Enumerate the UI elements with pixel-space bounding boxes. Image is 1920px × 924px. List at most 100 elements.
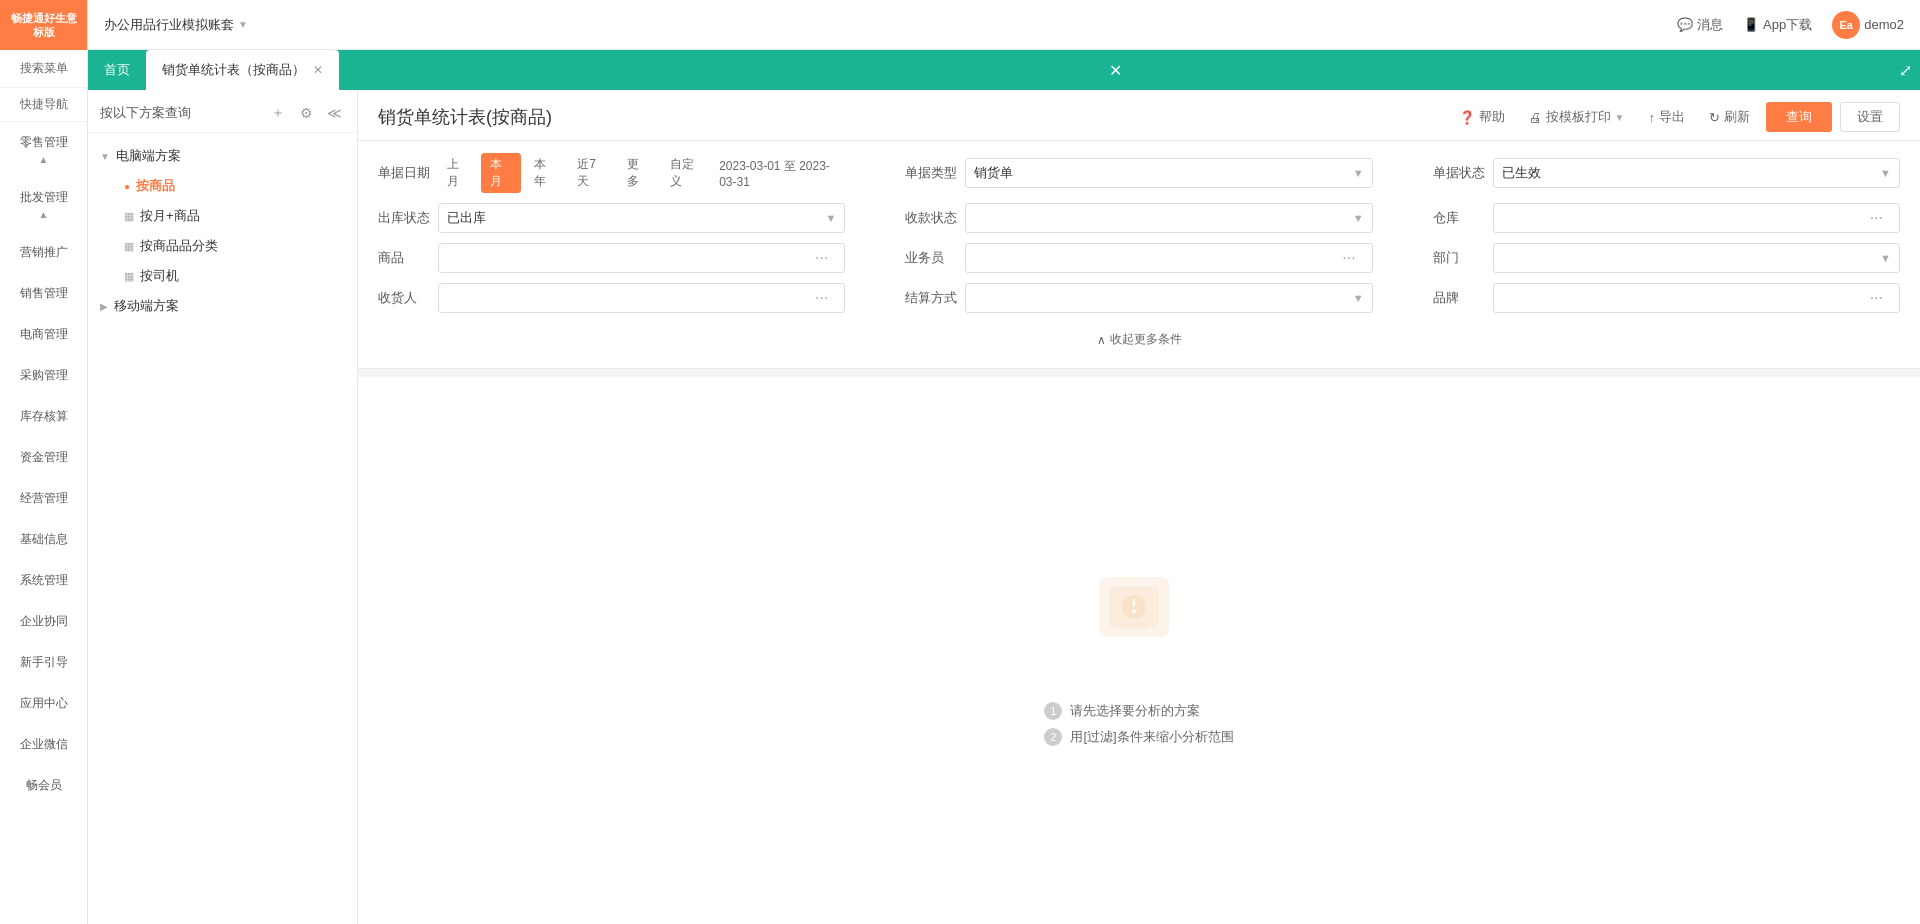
message-button[interactable]: 💬 消息	[1677, 16, 1723, 34]
doc-type-select[interactable]: 销货单 ▼	[965, 158, 1372, 188]
sidebar-menu: 零售管理 ▲ 批发管理 ▲ 营销推广 销售管理 电商管理 采购管理 库存核算 资…	[0, 122, 87, 924]
collapse-panel-button[interactable]: ≪	[323, 102, 345, 124]
warehouse-select[interactable]: ···	[1493, 203, 1900, 233]
out-status-select[interactable]: 已出库 ▼	[438, 203, 845, 233]
brand-select[interactable]: ···	[1493, 283, 1900, 313]
page-header: 销货单统计表(按商品) ❓ 帮助 🖨 按模板打印 ▼ ↑ 导出	[358, 90, 1920, 141]
empty-step-1: 1 请先选择要分析的方案	[1044, 702, 1233, 720]
filter-col-receive-status: 收款状态 ▼	[905, 203, 1372, 233]
sidebar-quicknav[interactable]: 快捷导航	[0, 88, 87, 122]
chevron-down-icon: ▼	[1353, 167, 1364, 179]
tab-sales-stat[interactable]: 销货单统计表（按商品） ✕	[146, 50, 339, 90]
svg-rect-5	[1119, 625, 1149, 629]
sidebar-item-label: 库存核算	[20, 408, 68, 425]
sidebar-item-retail[interactable]: 零售管理 ▲	[0, 122, 87, 177]
collapse-filters-button[interactable]: ∧ 收起更多条件	[378, 323, 1900, 356]
date-btn-more[interactable]: 更多	[618, 153, 657, 193]
receive-status-select[interactable]: ▼	[965, 203, 1372, 233]
close-tab-icon[interactable]: ✕	[313, 63, 323, 77]
tree-item-by-product[interactable]: ● 按商品	[88, 171, 357, 201]
tab-home[interactable]: 首页	[88, 50, 146, 90]
filter-col-department: 部门 ▼	[1433, 243, 1900, 273]
salesperson-select[interactable]: ···	[965, 243, 1372, 273]
dots-icon[interactable]: ···	[807, 249, 836, 267]
tree-item-label: 按商品	[136, 177, 175, 195]
page-actions: ❓ 帮助 🖨 按模板打印 ▼ ↑ 导出 ↻ 刷新	[1451, 102, 1900, 132]
sidebar-item-newbie[interactable]: 新手引导	[0, 642, 87, 683]
left-panel-title: 按以下方案查询	[100, 104, 261, 122]
receiver-select[interactable]: ···	[438, 283, 845, 313]
payment-select[interactable]: ▼	[965, 283, 1372, 313]
sidebar-item-wholesale[interactable]: 批发管理 ▲	[0, 177, 87, 232]
sidebar-item-sales[interactable]: 销售管理	[0, 273, 87, 314]
sidebar-item-system[interactable]: 系统管理	[0, 560, 87, 601]
sidebar-item-label: 营销推广	[20, 244, 68, 261]
dots-icon[interactable]: ···	[1862, 289, 1891, 307]
sidebar-item-ecommerce[interactable]: 电商管理	[0, 314, 87, 355]
product-select[interactable]: ···	[438, 243, 845, 273]
refresh-button[interactable]: ↻ 刷新	[1701, 104, 1758, 130]
date-btn-last-month[interactable]: 上月	[438, 153, 477, 193]
export-button[interactable]: ↑ 导出	[1641, 104, 1694, 130]
settings-icon: ⚙	[300, 105, 313, 121]
close-window-icon[interactable]: ✕	[1109, 61, 1122, 80]
topbar-right: 💬 消息 📱 App下载 Ea demo2	[1677, 11, 1904, 39]
dots-icon[interactable]: ···	[1334, 249, 1363, 267]
help-button[interactable]: ❓ 帮助	[1451, 104, 1513, 130]
date-btn-this-month[interactable]: 本月	[481, 153, 520, 193]
dropdown-arrow-icon: ▼	[238, 19, 248, 30]
sidebar-item-operations[interactable]: 经营管理	[0, 478, 87, 519]
sidebar-item-member[interactable]: 畅会员	[0, 765, 87, 806]
dots-icon[interactable]: ···	[1862, 209, 1891, 227]
sidebar-item-marketing[interactable]: 营销推广	[0, 232, 87, 273]
template-print-button[interactable]: 🖨 按模板打印 ▼	[1521, 104, 1633, 130]
sidebar-item-wechat[interactable]: 企业微信	[0, 724, 87, 765]
svg-point-4	[1132, 609, 1136, 613]
sidebar-item-appstore[interactable]: 应用中心	[0, 683, 87, 724]
logo-text: 畅捷通好生意 标版	[11, 11, 77, 40]
filter-row-4: 收货人 ··· 结算方式 ▼	[378, 283, 1900, 313]
date-btn-this-year[interactable]: 本年	[525, 153, 564, 193]
step-label-2: 用[过滤]条件来缩小分析范围	[1070, 728, 1233, 746]
tree-item-by-month-product[interactable]: ▦ 按月+商品	[88, 201, 357, 231]
salesperson-label: 业务员	[905, 249, 965, 267]
step-num-2: 2	[1044, 728, 1062, 746]
date-btn-last-7-days[interactable]: 近7天	[568, 153, 613, 193]
sidebar-item-label: 企业微信	[20, 736, 68, 753]
message-icon: 💬	[1677, 17, 1693, 32]
out-status-value: 已出库	[447, 209, 486, 227]
doc-type-label: 单据类型	[905, 164, 965, 182]
department-select[interactable]: ▼	[1493, 243, 1900, 273]
sidebar-item-basic[interactable]: 基础信息	[0, 519, 87, 560]
sidebar-item-label: 电商管理	[20, 326, 68, 343]
dots-icon[interactable]: ···	[807, 289, 836, 307]
help-label: 帮助	[1479, 108, 1505, 126]
expand-icon: ▶	[100, 301, 108, 312]
sidebar-item-label: 畅会员	[26, 777, 62, 794]
date-btn-custom[interactable]: 自定义	[661, 153, 711, 193]
add-scheme-button[interactable]: ＋	[267, 102, 289, 124]
sidebar-item-enterprise[interactable]: 企业协同	[0, 601, 87, 642]
filter-col-warehouse: 仓库 ···	[1433, 203, 1900, 233]
filter-row-2: 出库状态 已出库 ▼ 收款状态 ▼	[378, 203, 1900, 233]
chevron-down-icon: ▼	[825, 212, 836, 224]
tree-item-by-cashier[interactable]: ▦ 按司机	[88, 261, 357, 291]
expand-icon: ▲	[39, 154, 49, 165]
maximize-icon[interactable]: ⤢	[1899, 61, 1912, 80]
query-button[interactable]: 查询	[1766, 102, 1832, 132]
settings-scheme-button[interactable]: ⚙	[295, 102, 317, 124]
tree-mobile-section[interactable]: ▶ 移动端方案	[88, 291, 357, 321]
sidebar-item-purchase[interactable]: 采购管理	[0, 355, 87, 396]
settings-button[interactable]: 设置	[1840, 102, 1900, 132]
sidebar-item-finance[interactable]: 资金管理	[0, 437, 87, 478]
sidebar-item-inventory[interactable]: 库存核算	[0, 396, 87, 437]
app-download-button[interactable]: 📱 App下载	[1743, 16, 1812, 34]
tree-item-by-product-category[interactable]: ▦ 按商品品分类	[88, 231, 357, 261]
user-menu[interactable]: Ea demo2	[1832, 11, 1904, 39]
tree-pc-section[interactable]: ▼ 电脑端方案	[88, 141, 357, 171]
doc-status-select[interactable]: 已生效 ▼	[1493, 158, 1900, 188]
sidebar-search[interactable]: 搜索菜单	[0, 50, 87, 88]
sidebar-item-label: 经营管理	[20, 490, 68, 507]
payment-label: 结算方式	[905, 289, 965, 307]
topbar-account-dropdown[interactable]: 办公用品行业模拟账套 ▼	[104, 16, 248, 34]
